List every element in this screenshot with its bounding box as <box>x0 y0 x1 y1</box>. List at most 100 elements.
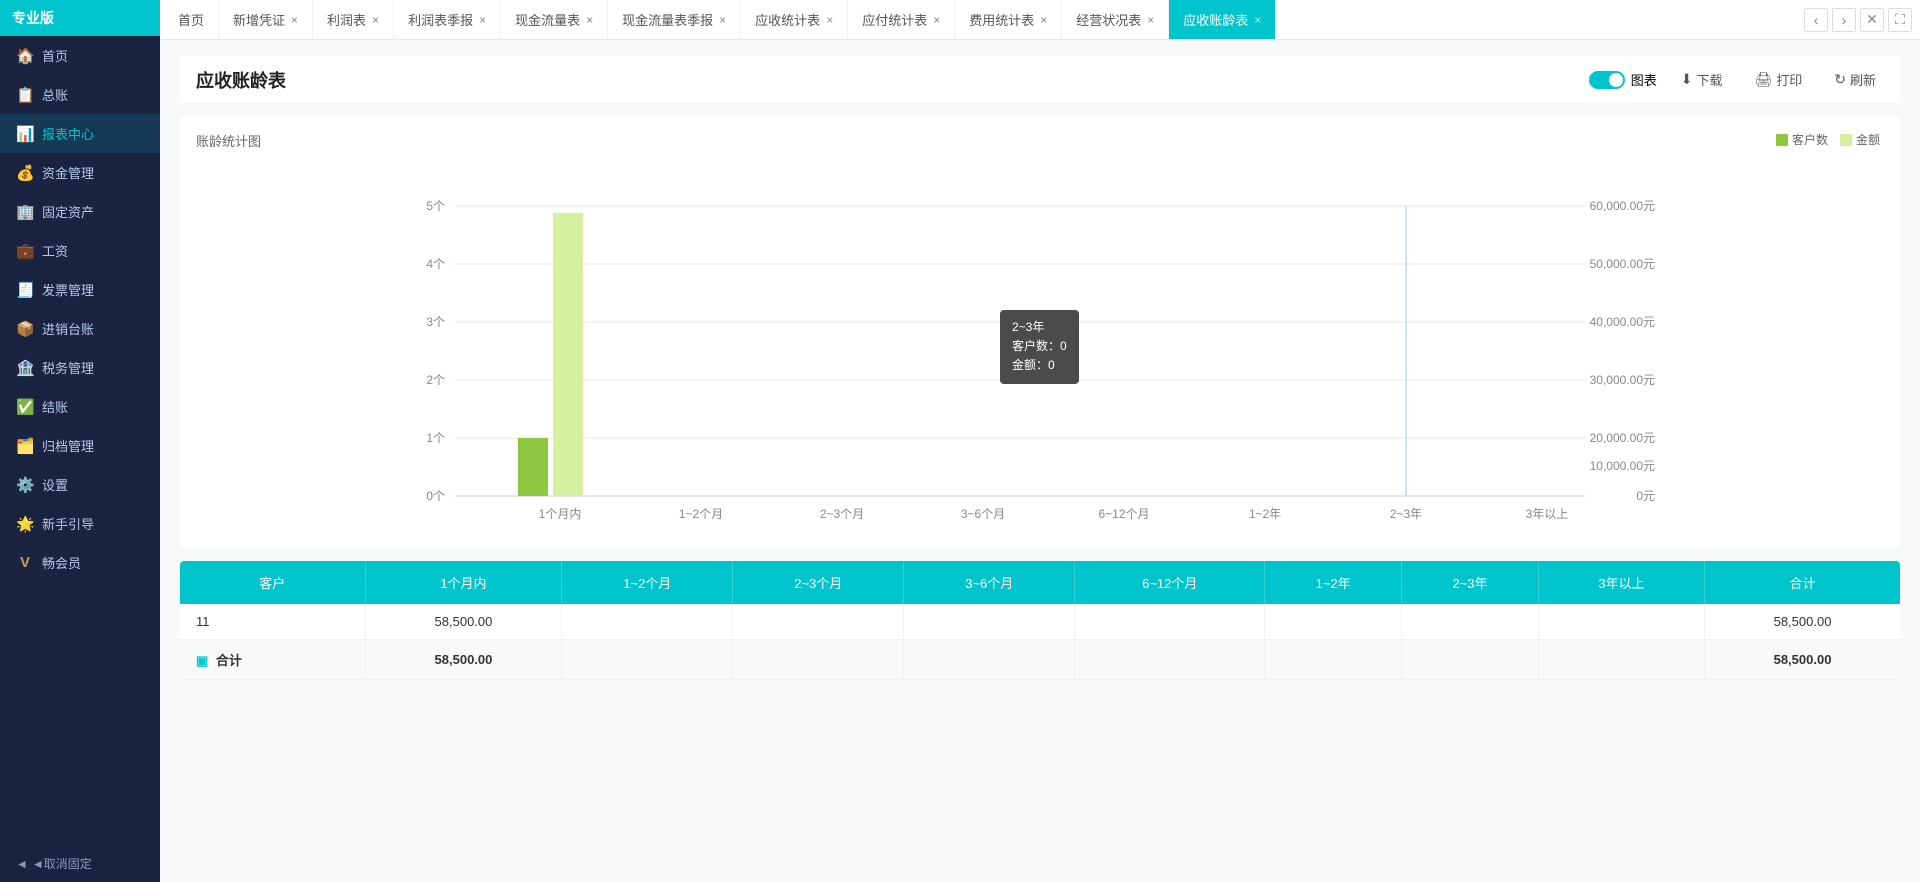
tab-close-profit[interactable]: × <box>372 13 379 27</box>
tab-profit-quarterly[interactable]: 利润表季报 × <box>394 0 501 40</box>
total-m12 <box>562 640 733 680</box>
sidebar-item-settlement[interactable]: ✅ 结账 <box>0 387 160 426</box>
sidebar-item-label: 归档管理 <box>42 436 94 455</box>
settings-icon: ⚙️ <box>16 476 34 494</box>
invoice-icon: 🧾 <box>16 281 34 299</box>
sidebar-item-label: 进销台账 <box>42 319 94 338</box>
chart-toggle[interactable]: 图表 <box>1589 70 1657 89</box>
sidebar-item-label: 报表中心 <box>42 124 94 143</box>
svg-text:6~12个月: 6~12个月 <box>1098 507 1149 521</box>
download-button[interactable]: ⬇ 下载 <box>1673 66 1731 93</box>
tab-close-profit-quarterly[interactable]: × <box>479 13 486 27</box>
sidebar-item-guide[interactable]: 🌟 新手引导 <box>0 504 160 543</box>
bar-amount-0 <box>553 213 583 496</box>
tab-fullscreen-button[interactable]: ⛶ <box>1888 8 1912 32</box>
tab-close-operation[interactable]: × <box>1147 13 1154 27</box>
sidebar-item-general-ledger[interactable]: 📋 总账 <box>0 75 160 114</box>
sidebar-item-report-center[interactable]: 📊 报表中心 <box>0 114 160 153</box>
tax-icon: 🏦 <box>16 359 34 377</box>
toggle-label: 图表 <box>1631 70 1657 89</box>
sidebar-item-label: 畅会员 <box>42 553 81 572</box>
tab-prev-button[interactable]: ‹ <box>1804 8 1828 32</box>
tab-close-all-button[interactable]: ✕ <box>1860 8 1884 32</box>
col-header-m23: 2~3个月 <box>733 561 904 604</box>
home-icon: 🏠 <box>16 47 34 65</box>
sidebar-item-settings[interactable]: ⚙️ 设置 <box>0 465 160 504</box>
page-title: 应收账龄表 <box>196 67 286 93</box>
sidebar-item-invoice[interactable]: 🧾 发票管理 <box>0 270 160 309</box>
print-icon: 🖨 <box>1754 71 1772 88</box>
total-grand: 58,500.00 <box>1705 640 1900 680</box>
unpin-button[interactable]: ◄ ◄取消固定 <box>0 845 160 882</box>
legend-customers-color <box>1776 134 1788 146</box>
sidebar-item-tax[interactable]: 🏦 税务管理 <box>0 348 160 387</box>
col-header-customer: 客户 <box>180 561 365 604</box>
svg-text:1个: 1个 <box>426 431 445 445</box>
tab-next-button[interactable]: › <box>1832 8 1856 32</box>
archive-icon: 🗂️ <box>16 437 34 455</box>
unpin-icon: ◄ <box>16 857 28 871</box>
table-row: 11 58,500.00 58,500.00 <box>180 604 1900 640</box>
total-m1: 58,500.00 <box>365 640 562 680</box>
tab-close-cashflow[interactable]: × <box>586 13 593 27</box>
total-y12 <box>1265 640 1402 680</box>
tab-profit[interactable]: 利润表 × <box>313 0 394 40</box>
sidebar: 专业版 🏠 首页 📋 总账 📊 报表中心 💰 资金管理 🏢 固定资产 💼 工资 … <box>0 0 160 882</box>
tab-close-expense[interactable]: × <box>1040 13 1047 27</box>
cell-y3plus <box>1538 604 1704 640</box>
settlement-icon: ✅ <box>16 398 34 416</box>
sidebar-item-fund-management[interactable]: 💰 资金管理 <box>0 153 160 192</box>
svg-text:2个: 2个 <box>426 373 445 387</box>
table-header-row: 客户 1个月内 1~2个月 2~3个月 3~6个月 6~12个月 1~2年 2~… <box>180 561 1900 604</box>
cell-m23 <box>733 604 904 640</box>
toggle-track[interactable] <box>1589 71 1625 89</box>
tab-close-receivable[interactable]: × <box>826 13 833 27</box>
tab-bar: 首页 新增凭证 × 利润表 × 利润表季报 × 现金流量表 × 现金流量表季报 … <box>160 0 1920 40</box>
svg-text:50,000.00元: 50,000.00元 <box>1590 257 1655 271</box>
svg-text:20,000.00元: 20,000.00元 <box>1590 431 1655 445</box>
sidebar-item-fixed-assets[interactable]: 🏢 固定资产 <box>0 192 160 231</box>
tab-cashflow-quarterly[interactable]: 现金流量表季报 × <box>608 0 741 40</box>
tab-receivable-stats[interactable]: 应收统计表 × <box>741 0 848 40</box>
cell-customer: 11 <box>180 604 365 640</box>
tab-close-payable[interactable]: × <box>933 13 940 27</box>
download-icon: ⬇ <box>1681 71 1693 88</box>
total-m612 <box>1075 640 1265 680</box>
sidebar-item-label: 税务管理 <box>42 358 94 377</box>
legend-amount: 金额 <box>1840 131 1880 148</box>
ledger-icon: 📋 <box>16 86 34 104</box>
tab-new-voucher[interactable]: 新增凭证 × <box>219 0 313 40</box>
tab-close-ar-aging[interactable]: × <box>1254 13 1261 27</box>
tab-operation-status[interactable]: 经营状况表 × <box>1062 0 1169 40</box>
tab-ar-aging[interactable]: 应收账龄表 × <box>1169 0 1276 40</box>
sidebar-item-vip[interactable]: V 畅会员 <box>0 543 160 582</box>
col-header-y23: 2~3年 <box>1402 561 1539 604</box>
svg-text:1~2年: 1~2年 <box>1249 507 1281 521</box>
chart-legend: 客户数 金额 <box>1776 131 1880 148</box>
total-y23 <box>1402 640 1539 680</box>
cell-y12 <box>1265 604 1402 640</box>
cell-m612 <box>1075 604 1265 640</box>
svg-text:10,000.00元: 10,000.00元 <box>1590 459 1655 473</box>
total-m36 <box>904 640 1075 680</box>
sidebar-item-salary[interactable]: 💼 工资 <box>0 231 160 270</box>
tab-close-new-voucher[interactable]: × <box>291 13 298 27</box>
svg-text:3~6个月: 3~6个月 <box>961 507 1005 521</box>
chart-container: 账龄统计图 客户数 金额 5个 4个 3个 2个 <box>180 115 1900 549</box>
print-button[interactable]: 🖨 打印 <box>1746 66 1810 93</box>
tab-payable-stats[interactable]: 应付统计表 × <box>848 0 955 40</box>
legend-customers-label: 客户数 <box>1792 131 1828 148</box>
tab-cashflow[interactable]: 现金流量表 × <box>501 0 608 40</box>
sidebar-item-home[interactable]: 🏠 首页 <box>0 36 160 75</box>
tab-close-cashflow-quarterly[interactable]: × <box>719 13 726 27</box>
sidebar-item-label: 工资 <box>42 241 68 260</box>
refresh-button[interactable]: ↻ 刷新 <box>1826 66 1884 93</box>
sidebar-item-archive[interactable]: 🗂️ 归档管理 <box>0 426 160 465</box>
tab-home[interactable]: 首页 <box>164 0 219 40</box>
app-logo: 专业版 <box>0 0 160 36</box>
cell-m36 <box>904 604 1075 640</box>
cell-m1: 58,500.00 <box>365 604 562 640</box>
tab-expense-stats[interactable]: 费用统计表 × <box>955 0 1062 40</box>
svg-text:5个: 5个 <box>426 199 445 213</box>
sidebar-item-purchase-sales[interactable]: 📦 进销台账 <box>0 309 160 348</box>
